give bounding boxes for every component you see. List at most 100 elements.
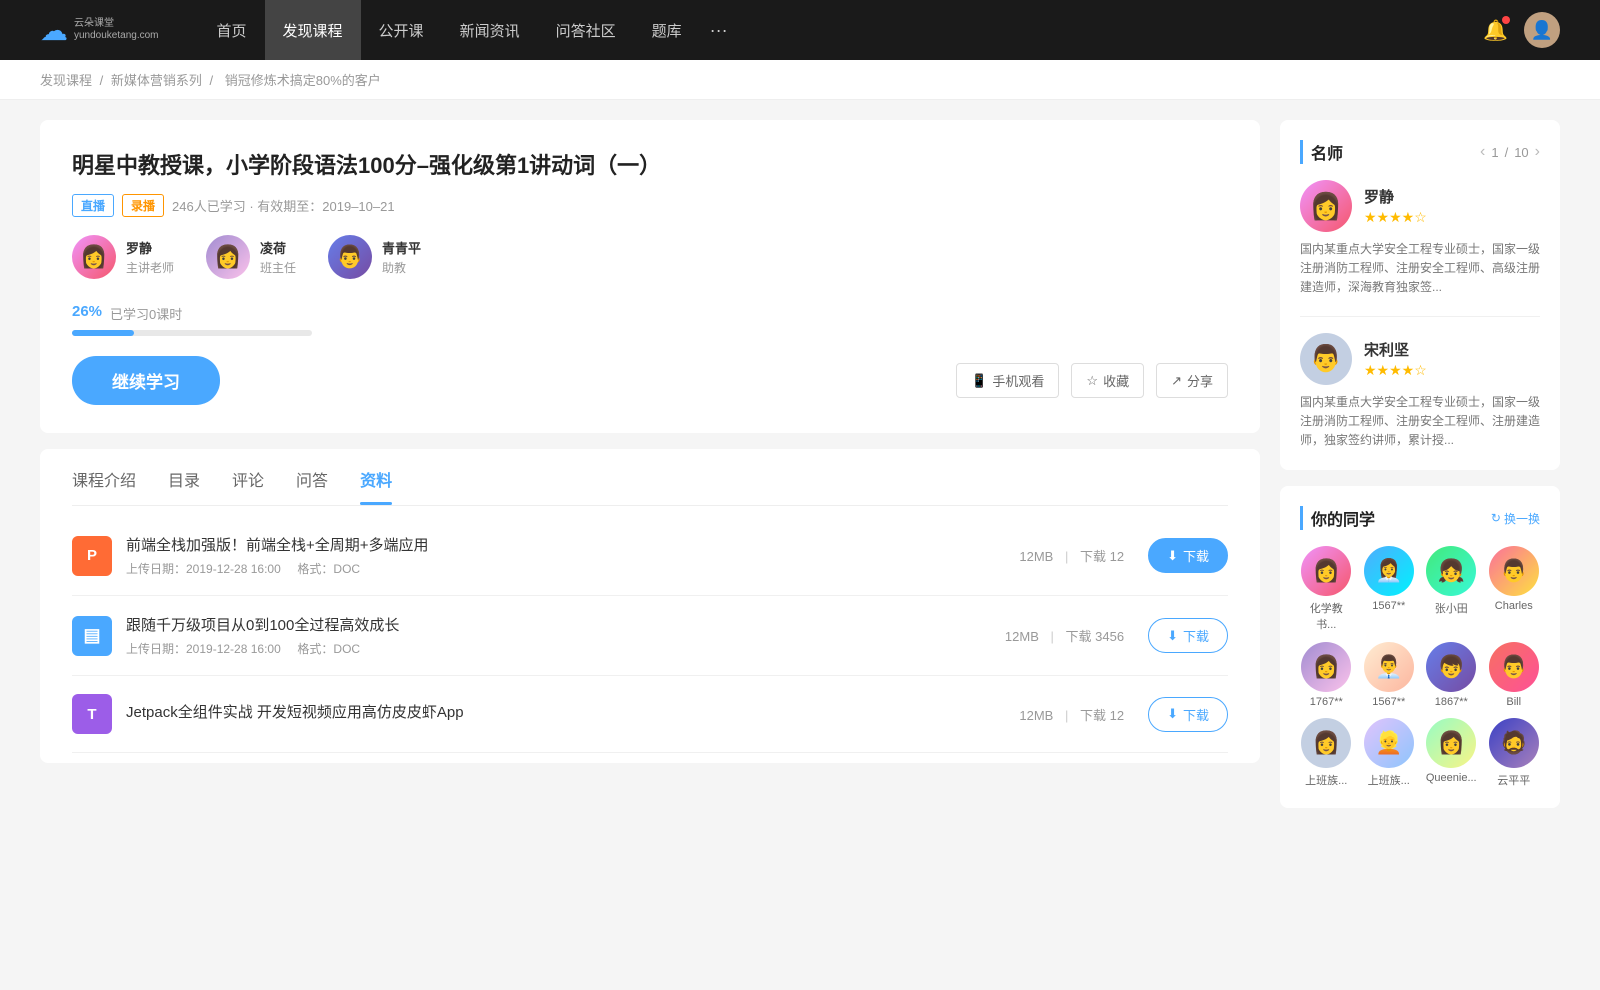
student-avatar-5: 👨‍💼 <box>1364 642 1414 692</box>
tab-reviews[interactable]: 评论 <box>232 449 264 505</box>
progress-bar-bg <box>72 330 312 336</box>
teachers-page-current: 1 <box>1491 145 1498 160</box>
teacher-name-1: 凌荷 <box>260 238 296 257</box>
logo-text: 云朵课堂 yundouketang.com <box>74 18 159 42</box>
teacher-divider <box>1300 316 1540 317</box>
breadcrumb-link-discover[interactable]: 发现课程 <box>40 73 92 88</box>
teacher-avatar-1: 👩 <box>206 235 250 279</box>
collect-button[interactable]: ☆ 收藏 <box>1071 363 1144 398</box>
file-info-2: Jetpack全组件实战 开发短视频应用高仿皮皮虾App <box>126 701 1019 727</box>
student-item-1: 👩‍💼 1567** <box>1363 546 1416 632</box>
nav-open[interactable]: 公开课 <box>361 0 442 60</box>
teachers-next-button[interactable]: › <box>1535 144 1540 160</box>
share-icon: ↗ <box>1171 373 1182 389</box>
tabs-section: 课程介绍 目录 评论 问答 资料 P 前端全栈加强版！前端全栈+全周期+多端应用… <box>40 449 1260 763</box>
student-avatar-7: 👨 <box>1489 642 1539 692</box>
teacher-role-0: 主讲老师 <box>126 259 174 276</box>
file-meta-0: 上传日期：2019-12-28 16:00 格式：DOC <box>126 560 1019 577</box>
teacher-avatar-0: 👩 <box>72 235 116 279</box>
mobile-icon: 📱 <box>971 373 987 389</box>
sidebar-teacher-1: 👨 宋利坚 ★★★★☆ 国内某重点大学安全工程专业硕士，国家一级注册消防工程师、… <box>1300 333 1540 451</box>
student-name-6: 1867** <box>1435 696 1468 708</box>
teacher-item-0: 👩 罗静 主讲老师 <box>72 235 174 279</box>
download-button-0[interactable]: ⬇ 下载 <box>1148 538 1228 573</box>
breadcrumb: 发现课程 / 新媒体营销系列 / 销冠修炼术搞定80%的客户 <box>0 60 1600 100</box>
action-buttons: 📱 手机观看 ☆ 收藏 ↗ 分享 <box>956 363 1228 398</box>
teachers-prev-button[interactable]: ‹ <box>1480 144 1485 160</box>
student-item-11: 🧔 云平平 <box>1488 718 1541 788</box>
download-icon-2: ⬇ <box>1167 706 1178 722</box>
continue-button[interactable]: 继续学习 <box>72 356 220 405</box>
file-name-0: 前端全栈加强版！前端全栈+全周期+多端应用 <box>126 534 1019 555</box>
student-avatar-1: 👩‍💼 <box>1364 546 1414 596</box>
tabs-nav: 课程介绍 目录 评论 问答 资料 <box>72 449 1228 506</box>
badge-rec: 录播 <box>122 194 164 217</box>
notification-dot <box>1502 16 1510 24</box>
student-name-7: Bill <box>1506 696 1521 708</box>
course-title: 明星中教授课，小学阶段语法100分–强化级第1讲动词（一） <box>72 148 1228 180</box>
student-item-4: 👩 1767** <box>1300 642 1353 708</box>
logo[interactable]: ☁ 云朵课堂 yundouketang.com <box>40 14 159 47</box>
student-item-8: 👩 上班族... <box>1300 718 1353 788</box>
course-badges: 直播 录播 246人已学习 · 有效期至：2019–10–21 <box>72 194 1228 217</box>
course-card: 明星中教授课，小学阶段语法100分–强化级第1讲动词（一） 直播 录播 246人… <box>40 120 1260 433</box>
user-avatar-nav[interactable]: 👤 <box>1524 12 1560 48</box>
breadcrumb-link-series[interactable]: 新媒体营销系列 <box>111 73 202 88</box>
tab-catalog[interactable]: 目录 <box>168 449 200 505</box>
download-button-1[interactable]: ⬇ 下载 <box>1148 618 1228 653</box>
refresh-students-button[interactable]: ↻ 换一换 <box>1491 510 1540 527</box>
student-item-6: 👦 1867** <box>1425 642 1478 708</box>
download-button-2[interactable]: ⬇ 下载 <box>1148 697 1228 732</box>
refresh-icon: ↻ <box>1491 511 1501 525</box>
logo-icon: ☁ <box>40 14 68 47</box>
student-item-2: 👧 张小田 <box>1425 546 1478 632</box>
sidebar-teacher-avatar-0: 👩 <box>1300 180 1352 232</box>
sidebar-teacher-avatar-1: 👨 <box>1300 333 1352 385</box>
student-name-4: 1767** <box>1310 696 1343 708</box>
nav-news[interactable]: 新闻资讯 <box>442 0 538 60</box>
student-item-5: 👨‍💼 1567** <box>1363 642 1416 708</box>
tab-intro[interactable]: 课程介绍 <box>72 449 136 505</box>
progress-note: 已学习0课时 <box>110 304 182 323</box>
course-meta: 246人已学习 · 有效期至：2019–10–21 <box>172 196 395 215</box>
teacher-item-2: 👨 青青平 助教 <box>328 235 421 279</box>
student-item-10: 👩 Queenie... <box>1425 718 1478 788</box>
content-right: 名师 ‹ 1 / 10 › 👩 罗静 ★★★★☆ 国内 <box>1280 120 1560 824</box>
student-name-3: Charles <box>1495 600 1533 612</box>
file-name-1: 跟随千万级项目从0到100全过程高效成长 <box>126 614 1005 635</box>
nav-home[interactable]: 首页 <box>199 0 265 60</box>
students-grid: 👩 化学教书... 👩‍💼 1567** 👧 张小田 👨 Charles 👩 <box>1300 546 1540 788</box>
nav-more[interactable]: ··· <box>700 0 738 60</box>
tab-materials[interactable]: 资料 <box>360 449 392 505</box>
student-avatar-9: 👱 <box>1364 718 1414 768</box>
students-sidebar-header: 你的同学 ↻ 换一换 <box>1300 506 1540 530</box>
student-avatar-10: 👩 <box>1426 718 1476 768</box>
file-item-0: P 前端全栈加强版！前端全栈+全周期+多端应用 上传日期：2019-12-28 … <box>72 516 1228 596</box>
student-name-9: 上班族... <box>1368 772 1410 788</box>
file-icon-2: T <box>72 694 112 734</box>
nav-quiz[interactable]: 题库 <box>634 0 700 60</box>
nav-qa[interactable]: 问答社区 <box>538 0 634 60</box>
nav-right: 🔔 👤 <box>1483 12 1560 48</box>
student-avatar-3: 👨 <box>1489 546 1539 596</box>
bell-icon[interactable]: 🔔 <box>1483 18 1508 43</box>
breadcrumb-sep-1: / <box>100 73 107 88</box>
sidebar-teacher-stars-0: ★★★★☆ <box>1364 209 1427 226</box>
download-icon-1: ⬇ <box>1167 628 1178 644</box>
student-item-0: 👩 化学教书... <box>1300 546 1353 632</box>
mobile-watch-button[interactable]: 📱 手机观看 <box>956 363 1059 398</box>
teachers-page-total: 10 <box>1514 145 1528 160</box>
teachers-pagination: ‹ 1 / 10 › <box>1480 144 1540 160</box>
file-stats-1: 12MB | 下载 3456 <box>1005 626 1124 645</box>
share-button[interactable]: ↗ 分享 <box>1156 363 1228 398</box>
nav-discover[interactable]: 发现课程 <box>265 0 361 60</box>
teacher-item-1: 👩 凌荷 班主任 <box>206 235 296 279</box>
file-list: P 前端全栈加强版！前端全栈+全周期+多端应用 上传日期：2019-12-28 … <box>72 506 1228 763</box>
sidebar-teacher-desc-1: 国内某重点大学安全工程专业硕士，国家一级注册消防工程师、注册安全工程师、注册建造… <box>1300 393 1540 451</box>
student-avatar-2: 👧 <box>1426 546 1476 596</box>
sidebar-teacher-name-1: 宋利坚 <box>1364 339 1427 360</box>
progress-bar-fill <box>72 330 134 336</box>
teacher-name-0: 罗静 <box>126 238 174 257</box>
tab-qa[interactable]: 问答 <box>296 449 328 505</box>
file-meta-1: 上传日期：2019-12-28 16:00 格式：DOC <box>126 640 1005 657</box>
